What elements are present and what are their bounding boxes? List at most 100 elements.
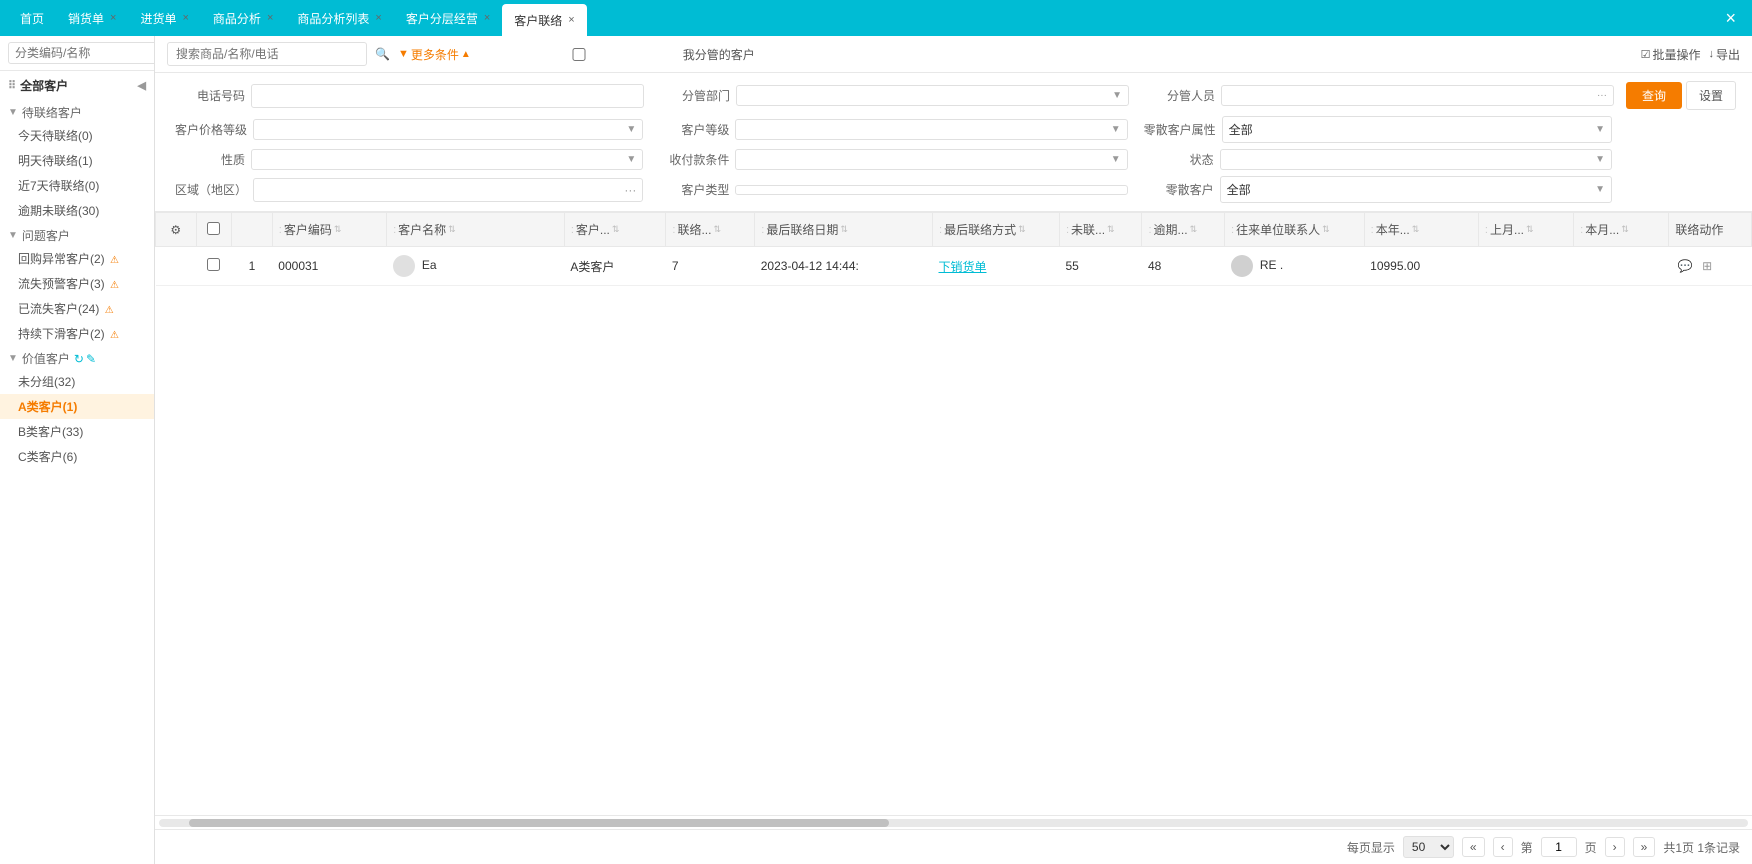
col-resizer-icon: : — [1231, 224, 1234, 236]
tab-product-list[interactable]: 商品分析列表 × — [285, 0, 393, 36]
close-icon[interactable]: × — [484, 12, 490, 24]
cust-level-select[interactable]: ▼ — [735, 119, 1127, 140]
dept-select[interactable]: ▼ — [736, 85, 1129, 106]
sort-icon[interactable]: ⇅ — [1412, 224, 1420, 235]
close-icon[interactable]: × — [375, 12, 381, 24]
close-icon[interactable]: × — [110, 12, 116, 24]
filter-cell-region: 区域（地区） ··· — [167, 178, 651, 202]
sort-icon[interactable]: ⇅ — [1018, 224, 1026, 235]
sort-icon[interactable]: ⇅ — [1190, 224, 1198, 235]
more-conditions-button[interactable]: ▼ 更多条件 ▲ — [398, 46, 471, 63]
sidebar-item-today[interactable]: 今天待联络(0) — [0, 123, 154, 148]
scroll-thumb[interactable] — [189, 819, 889, 827]
tab-customer-contact[interactable]: 客户联络 × — [502, 4, 586, 36]
row-checkbox[interactable] — [207, 258, 220, 271]
grid-icon[interactable]: ⊞ — [1702, 259, 1712, 273]
scroll-track[interactable] — [159, 819, 1748, 827]
batch-operation-button[interactable]: ☑ 批量操作 — [1641, 46, 1701, 63]
caret-icon: ▼ — [1595, 124, 1605, 135]
tab-salesorder[interactable]: 销货单 × — [56, 0, 128, 36]
manager-select[interactable]: ··· — [1221, 85, 1614, 106]
tab-customer-tier[interactable]: 客户分层经营 × — [394, 0, 502, 36]
sort-icon[interactable]: ⇅ — [448, 224, 456, 235]
edit-icon[interactable]: ✎ — [86, 352, 96, 366]
col-resizer-icon: : — [279, 224, 282, 236]
sidebar-all-customers[interactable]: ⠿ 全部客户 ◀ — [0, 71, 154, 100]
filter-row-2: 客户价格等级 ▼ 客户等级 ▼ 零散客户属性 全部 — [167, 116, 1740, 143]
page-number-input[interactable] — [1541, 837, 1577, 857]
sidebar-item-declining[interactable]: 持续下滑客户(2) ⚠ — [0, 321, 154, 346]
dots-icon: ··· — [624, 183, 636, 197]
sidebar-item-b-class[interactable]: B类客户(33) — [0, 419, 154, 444]
export-button[interactable]: ↓ 导出 — [1708, 46, 1740, 63]
th-name: : 客户名称 ⇅ — [387, 213, 565, 247]
status-select[interactable]: ▼ — [1220, 149, 1612, 170]
row-name-cell[interactable]: Ea — [387, 247, 565, 286]
sort-icon[interactable]: ⇅ — [840, 224, 848, 235]
region-select[interactable]: ··· — [253, 178, 643, 202]
sidebar-item-c-class[interactable]: C类客户(6) — [0, 444, 154, 469]
sidebar-item-overdue[interactable]: 逾期未联络(30) — [0, 198, 154, 223]
sidebar-item-a-class[interactable]: A类客户(1) — [0, 394, 154, 419]
close-all-button[interactable]: × — [1717, 8, 1744, 29]
row-lastway-cell[interactable]: 下销货单 — [933, 247, 1060, 286]
close-icon[interactable]: × — [267, 12, 273, 24]
close-icon[interactable]: × — [182, 12, 188, 24]
setting-button[interactable]: 设置 — [1686, 81, 1736, 110]
prev-page-button[interactable]: ‹ — [1493, 837, 1513, 857]
first-page-button[interactable]: « — [1462, 837, 1485, 857]
sort-icon[interactable]: ⇅ — [612, 224, 620, 235]
query-button[interactable]: 查询 — [1626, 82, 1682, 109]
sidebar-pending-group[interactable]: ▼ 待联络客户 — [0, 100, 154, 123]
sidebar-item-7days[interactable]: 近7天待联络(0) — [0, 173, 154, 198]
next-page-button[interactable]: › — [1605, 837, 1625, 857]
gear-icon[interactable]: ⚙ — [170, 223, 181, 237]
status-label: 状态 — [1144, 151, 1214, 168]
scatter-attr-select[interactable]: 全部 ▼ — [1222, 116, 1612, 143]
row-code-cell[interactable]: 000031 — [272, 247, 386, 286]
row-overdue-cell: 48 — [1142, 247, 1225, 286]
sort-icon[interactable]: ⇅ — [1621, 224, 1629, 235]
nature-select[interactable]: ▼ — [251, 149, 643, 170]
avatar — [393, 255, 415, 277]
region-label: 区域（地区） — [175, 181, 247, 198]
sort-icon[interactable]: ⇅ — [1322, 224, 1330, 235]
my-customer-checkbox[interactable] — [479, 48, 679, 61]
search-input[interactable] — [167, 42, 367, 66]
advanced-filter: 电话号码 分管部门 ▼ 分管人员 ··· — [155, 73, 1752, 212]
cust-type-select[interactable] — [735, 185, 1127, 195]
sidebar-item-churned[interactable]: 已流失客户(24) ⚠ — [0, 296, 154, 321]
select-all-checkbox[interactable] — [207, 222, 220, 235]
tab-purchase[interactable]: 进货单 × — [128, 0, 200, 36]
customer-table: ⚙ : 客户编码 ⇅ — [155, 212, 1752, 286]
filter-search-icon[interactable]: 🔍 — [375, 47, 390, 61]
price-level-select[interactable]: ▼ — [253, 119, 643, 140]
tab-home[interactable]: 首页 — [8, 0, 56, 36]
last-page-button[interactable]: » — [1633, 837, 1656, 857]
filter-cell-cust-type: 客户类型 — [651, 181, 1135, 198]
per-page-select[interactable]: 50 20 100 — [1403, 836, 1454, 858]
sidebar-search-input[interactable] — [8, 42, 155, 64]
chat-icon[interactable]: 💬 — [1678, 259, 1693, 273]
sidebar-item-repurchase-abnormal[interactable]: 回购异常客户(2) ⚠ — [0, 246, 154, 271]
sort-icon[interactable]: ⇅ — [1107, 224, 1115, 235]
phone-input[interactable] — [251, 84, 644, 108]
sidebar-item-churn-warning[interactable]: 流失预警客户(3) ⚠ — [0, 271, 154, 296]
my-customer-checkbox-label[interactable]: 我分管的客户 — [479, 46, 755, 63]
sidebar-value-group[interactable]: ▼ 价值客户 ↻ ✎ — [0, 346, 154, 369]
tab-product-analysis[interactable]: 商品分析 × — [201, 0, 285, 36]
scatter-cust-select[interactable]: 全部 ▼ — [1220, 176, 1612, 203]
sort-icon[interactable]: ⇅ — [713, 224, 721, 235]
sidebar-item-tomorrow[interactable]: 明天待联络(1) — [0, 148, 154, 173]
th-lastmonth: : 上月... ⇅ — [1478, 213, 1573, 247]
sidebar-item-unclassified[interactable]: 未分组(32) — [0, 369, 154, 394]
filter-cell-cust-level: 客户等级 ▼ — [651, 119, 1135, 140]
sort-icon[interactable]: ⇅ — [1526, 224, 1534, 235]
sidebar-problem-group[interactable]: ▼ 问题客户 — [0, 223, 154, 246]
last-way-link[interactable]: 下销货单 — [939, 260, 987, 274]
payment-select[interactable]: ▼ — [735, 149, 1127, 170]
row-lastdate-cell: 2023-04-12 14:44: — [755, 247, 933, 286]
sort-icon[interactable]: ⇅ — [334, 224, 342, 235]
close-icon[interactable]: × — [568, 14, 574, 26]
refresh-icon[interactable]: ↻ — [74, 352, 84, 366]
